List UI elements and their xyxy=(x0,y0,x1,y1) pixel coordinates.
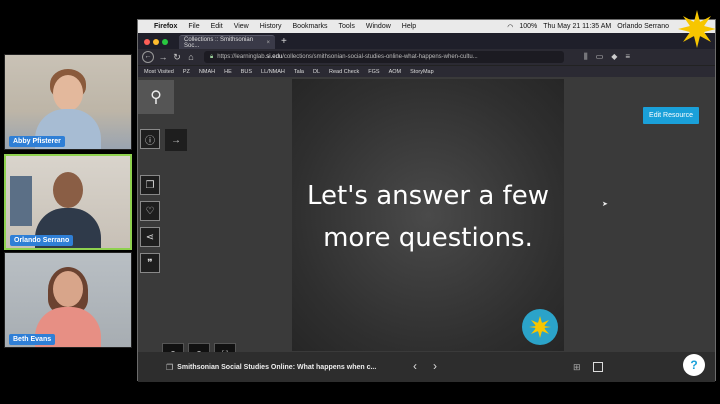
lock-icon: 🔒︎ xyxy=(210,53,214,60)
next-icon[interactable]: › xyxy=(433,359,437,373)
battery-percent[interactable]: 100% xyxy=(519,23,537,30)
collection-title[interactable]: Smithsonian Social Studies Online: What … xyxy=(177,364,376,371)
extension-icon[interactable]: ◆ xyxy=(611,52,617,62)
clock[interactable]: Thu May 21 11:35 AM xyxy=(543,23,611,30)
home-icon[interactable]: ⌂ xyxy=(184,52,198,62)
resource-slide: Let's answer a few more questions. xyxy=(292,79,564,351)
menu-app[interactable]: Firefox xyxy=(154,23,177,30)
share-icon[interactable]: ⋖ xyxy=(140,227,160,247)
url-host: si.edu xyxy=(266,54,283,60)
browser-window: Firefox File Edit View History Bookmarks… xyxy=(137,19,716,382)
participant-name: Orlando Serrano xyxy=(10,235,74,246)
library-icon[interactable]: ⫼ xyxy=(584,52,588,62)
menu-edit[interactable]: Edit xyxy=(211,23,223,30)
close-window-icon[interactable] xyxy=(144,39,150,45)
close-tab-icon[interactable]: × xyxy=(266,40,270,46)
previous-icon[interactable]: ‹ xyxy=(413,359,417,373)
forward-icon[interactable]: → xyxy=(156,52,170,62)
menu-icon[interactable]: ≡ xyxy=(625,52,630,62)
bookmark-item[interactable]: StoryMap xyxy=(410,69,434,75)
sidebar-icon[interactable]: ▭ xyxy=(596,52,604,62)
url-prefix: https://learninglab. xyxy=(217,54,267,60)
smithsonian-sun-logo xyxy=(522,309,558,345)
participant-tile-active-speaker[interactable]: Orlando Serrano xyxy=(4,154,132,250)
bookmark-item[interactable]: Read Check xyxy=(329,69,359,75)
single-view-icon[interactable] xyxy=(593,362,603,372)
bookmarks-toolbar: Most Visited PZ NMAH HE BUS LL/NMAH Tala… xyxy=(138,65,715,77)
menu-bookmarks[interactable]: Bookmarks xyxy=(293,23,328,30)
cite-icon[interactable]: ❞ xyxy=(140,253,160,273)
wifi-icon[interactable]: ◠ xyxy=(507,23,513,31)
menu-history[interactable]: History xyxy=(260,23,282,30)
participant-tile[interactable]: Abby Pfisterer xyxy=(4,54,132,150)
bookmark-item[interactable]: DL xyxy=(313,69,320,75)
copy-icon[interactable]: ❐ xyxy=(140,175,160,195)
bookmark-item[interactable]: AOM xyxy=(389,69,402,75)
participant-gallery: Abby Pfisterer Orlando Serrano Beth Evan… xyxy=(0,0,136,404)
grid-view-icon[interactable]: ⊞ xyxy=(573,362,581,373)
search-icon[interactable]: ⚲ xyxy=(138,80,174,114)
menu-help[interactable]: Help xyxy=(402,23,416,30)
new-tab-button[interactable]: + xyxy=(281,36,287,47)
user-name[interactable]: Orlando Serrano xyxy=(617,23,669,30)
menu-window[interactable]: Window xyxy=(366,23,391,30)
navigation-bar: ← → ↻ ⌂ 🔒︎ https://learninglab. si.edu/co… xyxy=(138,49,715,65)
tab-label: Collections :: Smithsonian Soc... xyxy=(184,36,254,49)
bookmark-item[interactable]: NMAH xyxy=(199,69,215,75)
side-toolbar: ❐ ♡ ⋖ ❞ xyxy=(140,175,160,279)
menu-view[interactable]: View xyxy=(234,23,249,30)
bookmark-item[interactable]: Most Visited xyxy=(144,69,174,75)
expand-panel-icon[interactable]: → xyxy=(165,129,187,151)
menu-file[interactable]: File xyxy=(188,23,199,30)
slide-line-2: more questions. xyxy=(323,223,533,253)
bookmark-item[interactable]: FGS xyxy=(368,69,379,75)
tab-bar: Collections :: Smithsonian Soc... × + xyxy=(138,33,715,49)
smithsonian-sun-overlay xyxy=(678,10,716,48)
reload-icon[interactable]: ↻ xyxy=(170,52,184,63)
url-path: /collections/smithsonian-social-studies-… xyxy=(282,54,478,60)
back-icon[interactable]: ← xyxy=(142,51,154,63)
favorite-icon[interactable]: ♡ xyxy=(140,201,160,221)
minimize-window-icon[interactable] xyxy=(153,39,159,45)
mouse-cursor-icon: ➤ xyxy=(602,201,608,208)
collection-icon: ❐ xyxy=(166,362,174,372)
window-controls xyxy=(144,39,171,45)
resource-footer: ❐ Smithsonian Social Studies Online: Wha… xyxy=(138,352,715,382)
page-content: ⚲ ⓘ → ❐ ♡ ⋖ ❞ Let's answer a few more qu… xyxy=(138,77,715,382)
help-button[interactable]: ? xyxy=(683,354,705,376)
tab-collections[interactable]: Collections :: Smithsonian Soc... × xyxy=(179,35,275,49)
bookmark-item[interactable]: Tala xyxy=(294,69,304,75)
maximize-window-icon[interactable] xyxy=(162,39,168,45)
mac-menubar: Firefox File Edit View History Bookmarks… xyxy=(138,20,715,33)
bookmark-item[interactable]: PZ xyxy=(183,69,190,75)
slide-text: Let's answer a few more questions. xyxy=(292,175,564,259)
bookmark-item[interactable]: HE xyxy=(224,69,232,75)
bookmark-item[interactable]: LL/NMAH xyxy=(261,69,285,75)
info-icon[interactable]: ⓘ xyxy=(140,129,160,149)
bookmark-item[interactable]: BUS xyxy=(241,69,252,75)
participant-tile[interactable]: Beth Evans xyxy=(4,252,132,348)
menu-tools[interactable]: Tools xyxy=(339,23,355,30)
participant-name: Beth Evans xyxy=(9,334,56,345)
url-input[interactable]: 🔒︎ https://learninglab. si.edu/collection… xyxy=(204,51,564,63)
participant-name: Abby Pfisterer xyxy=(9,136,65,147)
slide-line-1: Let's answer a few xyxy=(307,181,549,211)
edit-resource-button[interactable]: Edit Resource xyxy=(643,107,699,124)
